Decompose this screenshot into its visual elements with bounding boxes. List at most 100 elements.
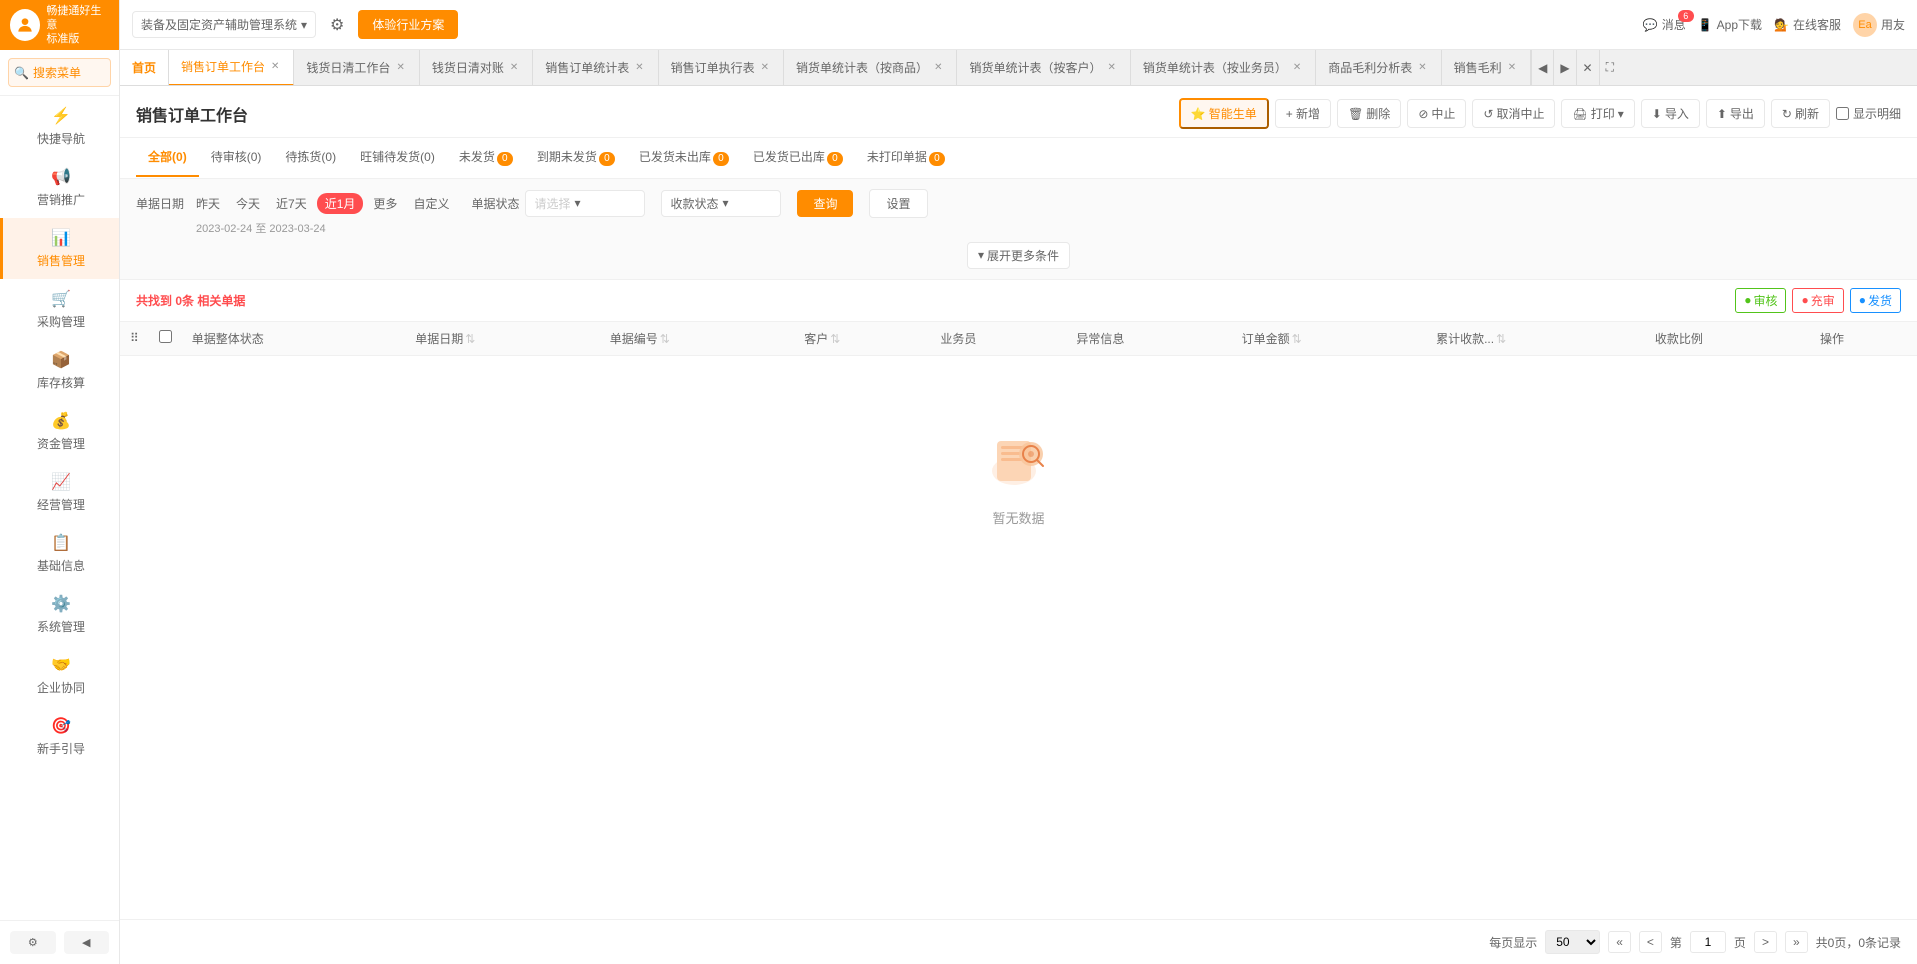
tab-cash-daily[interactable]: 钱货日清工作台 ✕ — [294, 50, 419, 86]
reject-btn[interactable]: ● 充审 — [1792, 288, 1843, 313]
sales-icon: 📊 — [51, 228, 71, 248]
status-select-arrow: ▾ — [574, 196, 580, 210]
page-input[interactable] — [1690, 931, 1726, 953]
tab-sales-summary-customer[interactable]: 销货单统计表（按客户） ✕ — [957, 50, 1130, 86]
tab-sales-exec[interactable]: 销售订单执行表 ✕ — [659, 50, 784, 86]
refresh-btn[interactable]: ↻ 刷新 — [1771, 99, 1830, 128]
sidebar-item-marketing[interactable]: 📢 营销推广 — [0, 157, 119, 218]
subtab-overdue-not-shipped[interactable]: 到期未发货0 — [525, 138, 627, 178]
smart-order-btn[interactable]: ⭐ 智能生单 — [1179, 98, 1269, 129]
show-detail-toggle[interactable]: 显示明细 — [1836, 105, 1901, 122]
sidebar-item-enterprise[interactable]: 🤝 企业协同 — [0, 645, 119, 706]
tab-close-all-btn[interactable]: ✕ — [1576, 50, 1599, 86]
ship-btn[interactable]: ● 发货 — [1850, 288, 1901, 313]
sidebar-item-inventory[interactable]: 📦 库存核算 — [0, 340, 119, 401]
tab-sales-summary-product-close[interactable]: ✕ — [932, 61, 944, 74]
tab-sales-stat-close[interactable]: ✕ — [633, 61, 645, 74]
inventory-icon: 📦 — [51, 350, 71, 370]
tab-prev-btn[interactable]: ◀ — [1531, 50, 1553, 86]
tab-next-btn[interactable]: ▶ — [1553, 50, 1575, 86]
subtab-not-printed[interactable]: 未打印单据0 — [855, 138, 957, 178]
sidebar-collapse-btn[interactable]: ◀ — [64, 931, 110, 954]
message-btn[interactable]: 💬 消息 6 — [1643, 16, 1686, 33]
tab-sales-order-close[interactable]: ✕ — [269, 60, 281, 73]
sort-collected-icon[interactable]: ⇅ — [1496, 332, 1506, 346]
sidebar-item-label: 企业协同 — [37, 679, 85, 696]
tab-sales-more-close[interactable]: ✕ — [1506, 61, 1518, 74]
status-select[interactable]: 请选择 ▾ — [525, 190, 645, 217]
tab-sales-stat[interactable]: 销售订单统计表 ✕ — [533, 50, 658, 86]
cancel-stop-btn[interactable]: ↺ 取消中止 — [1472, 99, 1555, 128]
subtab-not-shipped[interactable]: 未发货0 — [447, 138, 525, 178]
subtab-wangpu-ship[interactable]: 旺铺待发货(0) — [348, 138, 447, 177]
tab-sales-order[interactable]: 销售订单工作台 ✕ — [169, 50, 294, 86]
payment-select[interactable]: 收款状态 ▾ — [661, 190, 781, 217]
tab-cash-reconcile-close[interactable]: ✕ — [508, 61, 520, 74]
sidebar-item-operations[interactable]: 📈 经营管理 — [0, 462, 119, 523]
expand-filters-btn[interactable]: ▾ 展开更多条件 — [967, 242, 1070, 269]
import-btn[interactable]: ⬇ 导入 — [1641, 99, 1700, 128]
tab-sales-summary-staff-close[interactable]: ✕ — [1291, 61, 1303, 74]
export-btn[interactable]: ⬆ 导出 — [1706, 99, 1765, 128]
tab-sales-exec-close[interactable]: ✕ — [759, 61, 771, 74]
date-opt-7days[interactable]: 近7天 — [270, 193, 313, 214]
tab-cash-daily-label: 钱货日清工作台 — [306, 59, 390, 76]
app-download-btn[interactable]: 📱 App下载 — [1698, 16, 1762, 33]
tab-margin-analysis-close[interactable]: ✕ — [1416, 61, 1428, 74]
table-scroll-area[interactable]: ⠿ 单据整体状态 单据日期⇅ 单据编号⇅ 客户⇅ 业务员 异常信息 订单金额⇅ … — [120, 322, 1917, 920]
system-dropdown[interactable]: 装备及固定资产辅助管理系统 ▾ — [132, 11, 316, 38]
user-menu-btn[interactable]: Ea 用友 — [1853, 13, 1905, 37]
date-opt-custom[interactable]: 自定义 — [407, 193, 455, 214]
tab-sales-more-label: 销售毛利 — [1454, 59, 1502, 76]
topbar-settings-icon[interactable]: ⚙ — [326, 11, 348, 39]
industry-solution-btn[interactable]: 体验行业方案 — [358, 10, 458, 39]
sidebar-item-basic[interactable]: 📋 基础信息 — [0, 523, 119, 584]
sort-amount-icon[interactable]: ⇅ — [1292, 332, 1302, 346]
tab-sales-summary-product[interactable]: 销货单统计表（按商品） ✕ — [784, 50, 957, 86]
next-page-btn[interactable]: > — [1754, 931, 1777, 953]
select-all-checkbox[interactable] — [159, 330, 172, 343]
subtab-all[interactable]: 全部(0) — [136, 138, 199, 177]
table-area: 共找到 0条 相关单据 ● 审核 ● 充审 ● 发货 — [120, 280, 1917, 964]
tab-sales-more[interactable]: 销售毛利 ✕ — [1442, 50, 1531, 86]
sort-customer-icon[interactable]: ⇅ — [830, 332, 840, 346]
subtab-pending-inspect[interactable]: 待拣货(0) — [273, 138, 348, 177]
subtab-pending-review[interactable]: 待审核(0) — [199, 138, 274, 177]
sidebar-item-system[interactable]: ⚙️ 系统管理 — [0, 584, 119, 645]
date-opt-more[interactable]: 更多 — [367, 193, 403, 214]
date-opt-1month[interactable]: 近1月 — [317, 193, 364, 214]
date-opt-yesterday[interactable]: 昨天 — [190, 193, 226, 214]
subtab-shipped-not-out[interactable]: 已发货未出库0 — [627, 138, 741, 178]
sidebar-item-quick-nav[interactable]: ⚡ 快捷导航 — [0, 96, 119, 157]
print-btn[interactable]: 🖨 打印 ▾ — [1561, 99, 1634, 128]
add-btn[interactable]: + 新增 — [1275, 99, 1331, 128]
tab-fullscreen-btn[interactable]: ⛶ — [1599, 50, 1620, 86]
tab-cash-daily-close[interactable]: ✕ — [394, 61, 406, 74]
sort-date-icon[interactable]: ⇅ — [465, 332, 475, 346]
prev-page-btn[interactable]: < — [1639, 931, 1662, 953]
stop-btn[interactable]: ⊘ 中止 — [1407, 99, 1466, 128]
tab-margin-analysis[interactable]: 商品毛利分析表 ✕ — [1316, 50, 1441, 86]
last-page-btn[interactable]: » — [1785, 931, 1808, 953]
first-page-btn[interactable]: « — [1608, 931, 1631, 953]
sort-number-icon[interactable]: ⇅ — [660, 332, 670, 346]
date-opt-today[interactable]: 今天 — [230, 193, 266, 214]
approve-btn[interactable]: ● 审核 — [1735, 288, 1786, 313]
tab-home[interactable]: 首页 — [120, 50, 169, 86]
page-size-select[interactable]: 102050100 — [1545, 930, 1600, 954]
delete-btn[interactable]: 🗑 删除 — [1337, 99, 1401, 128]
show-detail-checkbox[interactable] — [1836, 107, 1849, 120]
filter-settings-btn[interactable]: 设置 — [869, 189, 927, 218]
search-menu-btn[interactable]: 🔍 搜索菜单 — [8, 58, 111, 87]
sidebar-item-guide[interactable]: 🎯 新手引导 — [0, 706, 119, 767]
subtab-shipped-out[interactable]: 已发货已出库0 — [741, 138, 855, 178]
sidebar-settings-btn[interactable]: ⚙ — [10, 931, 56, 954]
tab-sales-summary-staff[interactable]: 销货单统计表（按业务员） ✕ — [1131, 50, 1316, 86]
sidebar-item-finance[interactable]: 💰 资金管理 — [0, 401, 119, 462]
sidebar-item-purchase[interactable]: 🛒 采购管理 — [0, 279, 119, 340]
online-service-btn[interactable]: 💁 在线客服 — [1774, 16, 1841, 33]
query-btn[interactable]: 查询 — [797, 190, 853, 217]
tab-sales-summary-customer-close[interactable]: ✕ — [1105, 61, 1117, 74]
sidebar-item-sales[interactable]: 📊 销售管理 — [0, 218, 119, 279]
tab-cash-reconcile[interactable]: 钱货日清对账 ✕ — [420, 50, 533, 86]
